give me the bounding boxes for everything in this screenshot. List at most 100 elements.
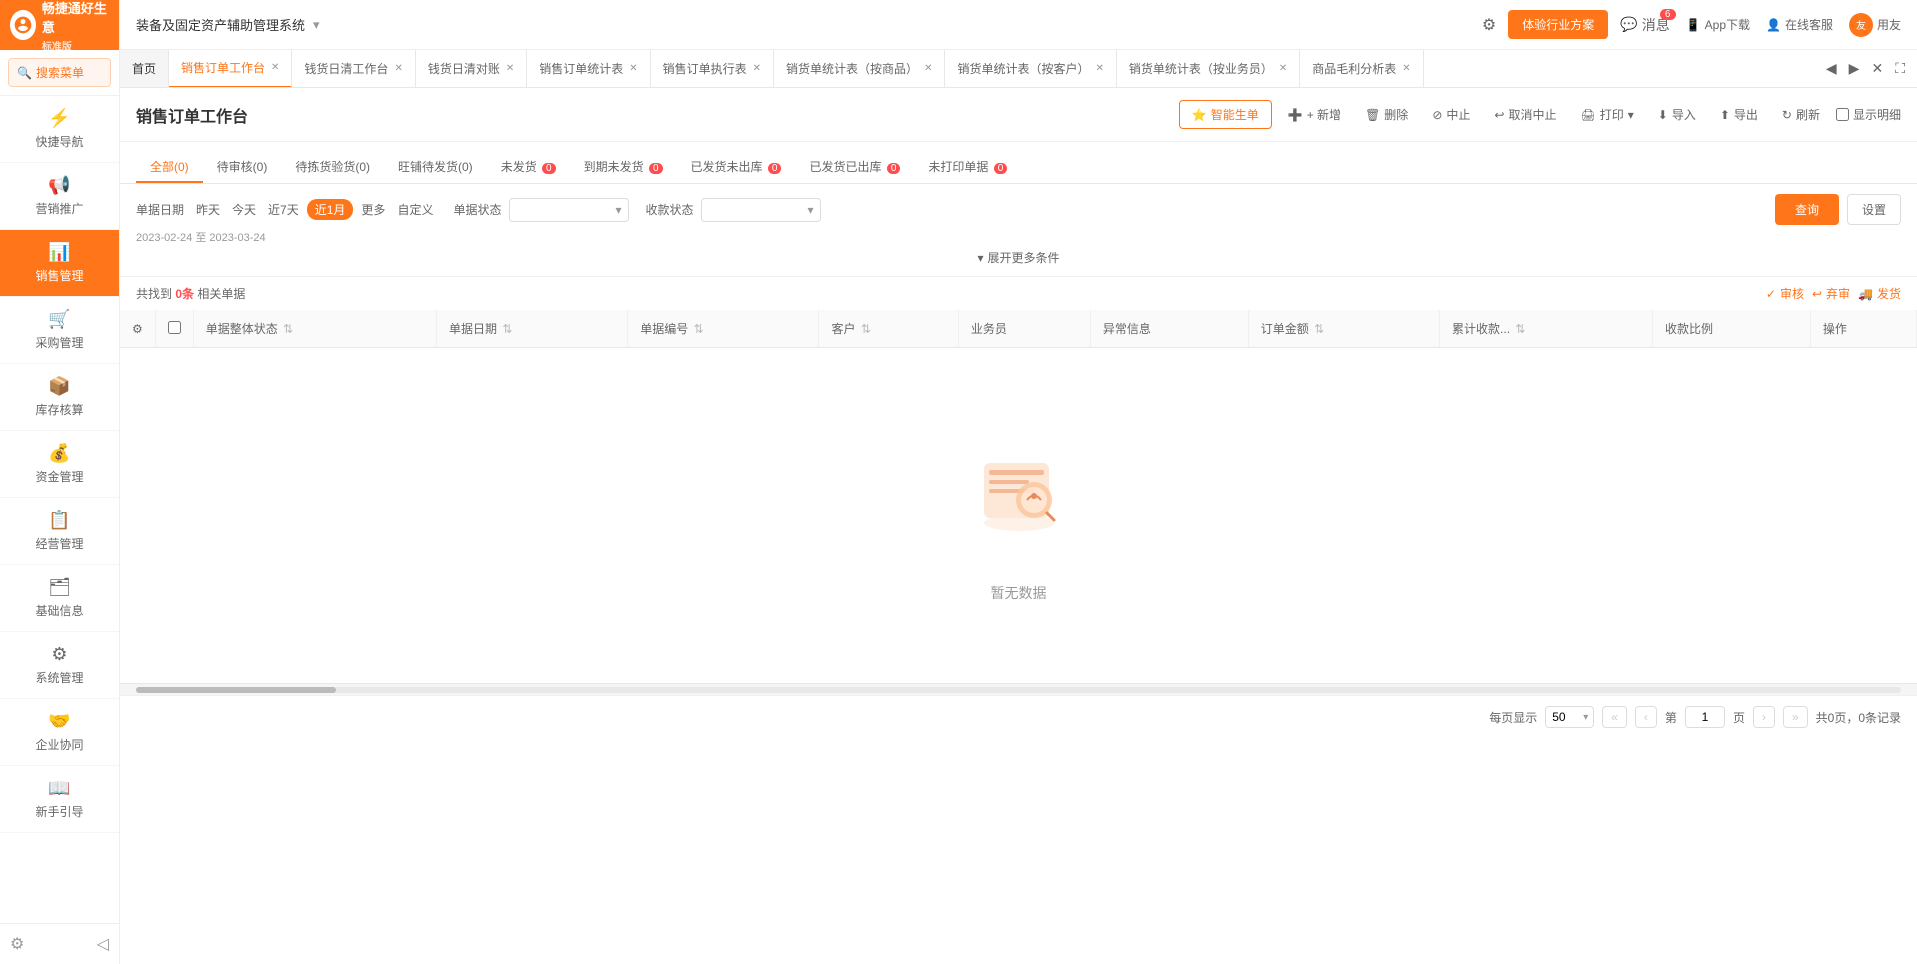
sub-tab-not-printed-badge: 0 <box>994 163 1008 174</box>
app-download-button[interactable]: 📱 App下载 <box>1686 16 1750 33</box>
cancel-stop-button[interactable]: ↩ 取消中止 <box>1486 102 1564 127</box>
tabs-scroll-left[interactable]: ◀ <box>1822 58 1841 79</box>
sidebar-item-finance[interactable]: 💰 资金管理 <box>0 431 119 498</box>
tab-sales-stats-product[interactable]: 销货单统计表（按商品） ✕ <box>774 50 945 88</box>
sidebar-item-purchase[interactable]: 🛒 采购管理 <box>0 297 119 364</box>
collapse-sidebar-button[interactable]: ◁ <box>97 934 109 954</box>
export-button[interactable]: ⬆ 导出 <box>1712 102 1766 127</box>
date-btn-custom[interactable]: 自定义 <box>393 199 437 220</box>
sidebar-item-quick-nav[interactable]: ⚡ 快捷导航 <box>0 96 119 163</box>
date-btn-more[interactable]: 更多 <box>357 199 389 220</box>
sidebar-item-sales[interactable]: 📊 销售管理 <box>0 230 119 297</box>
page-size-select[interactable]: 10 20 50 100 <box>1545 706 1594 728</box>
sub-tab-shipped-out[interactable]: 已发货已出库 0 <box>795 152 914 183</box>
tab-product-margin[interactable]: 商品毛利分析表 ✕ <box>1300 50 1423 88</box>
tab-sales-exec-close[interactable]: ✕ <box>753 63 761 74</box>
sub-tab-all[interactable]: 全部(0) <box>136 152 203 183</box>
th-status-sort[interactable]: ⇅ <box>283 322 293 336</box>
import-button[interactable]: ⬇ 导入 <box>1650 102 1704 127</box>
settings-bottom-button[interactable]: ⚙ <box>10 934 24 954</box>
sidebar-item-marketing[interactable]: 📢 营销推广 <box>0 163 119 230</box>
tab-sales-order-close[interactable]: ✕ <box>271 62 279 73</box>
show-detail-input[interactable] <box>1836 108 1849 121</box>
search-menu-button[interactable]: 🔍 搜索菜单 <box>8 58 111 87</box>
date-btn-1month[interactable]: 近1月 <box>307 199 354 220</box>
add-button[interactable]: ➕ + 新增 <box>1280 102 1349 127</box>
trial-button[interactable]: 体验行业方案 <box>1508 10 1608 39</box>
online-service-button[interactable]: 👤 在线客服 <box>1766 16 1833 33</box>
tab-sales-stats-product-close[interactable]: ✕ <box>924 63 932 74</box>
user-menu-button[interactable]: 友 用友 <box>1849 13 1901 37</box>
prev-page-button[interactable]: ‹ <box>1635 706 1657 728</box>
sidebar-item-enterprise[interactable]: 🤝 企业协同 <box>0 699 119 766</box>
tab-sales-order[interactable]: 销售订单工作台 ✕ <box>169 50 292 88</box>
page-input[interactable] <box>1685 706 1725 728</box>
next-page-button[interactable]: › <box>1753 706 1775 728</box>
smart-create-button[interactable]: ⭐ 智能生单 <box>1179 100 1272 129</box>
empty-state: 暂无数据 <box>120 348 1917 683</box>
tab-cash-reconcile[interactable]: 钱货日清对账 ✕ <box>416 50 527 88</box>
sidebar-item-guide[interactable]: 📖 新手引导 <box>0 766 119 833</box>
sidebar-item-operations[interactable]: 📋 经营管理 <box>0 498 119 565</box>
tab-sales-stats-customer[interactable]: 销货单统计表（按客户） ✕ <box>945 50 1116 88</box>
batch-revoke-button[interactable]: ↩ 弃审 <box>1812 285 1850 302</box>
batch-ship-button[interactable]: 🚚 发货 <box>1858 285 1901 302</box>
batch-review-button[interactable]: ✓ 审核 <box>1766 285 1804 302</box>
tab-sales-stats[interactable]: 销售订单统计表 ✕ <box>527 50 650 88</box>
select-all-checkbox[interactable] <box>168 321 181 334</box>
tabs-close-current[interactable]: ✕ <box>1867 58 1887 79</box>
app-download-label: App下载 <box>1705 16 1750 33</box>
sub-tab-not-printed[interactable]: 未打印单据 0 <box>914 152 1021 183</box>
settings-button[interactable]: ⚙ <box>1482 15 1496 35</box>
th-customer-sort[interactable]: ⇅ <box>861 322 871 336</box>
column-settings-icon[interactable]: ⚙ <box>132 322 143 336</box>
sub-tab-shipped-not-in-label: 已发货未出库 <box>691 160 763 174</box>
tab-product-margin-close[interactable]: ✕ <box>1402 63 1410 74</box>
stop-button[interactable]: ⊘ 中止 <box>1424 102 1478 127</box>
filter-payment-select[interactable] <box>701 198 821 222</box>
scrollbar-thumb[interactable] <box>136 687 336 693</box>
tab-sales-stats-customer-close[interactable]: ✕ <box>1095 63 1103 74</box>
tab-sales-stats-employee[interactable]: 销货单统计表（按业务员） ✕ <box>1117 50 1300 88</box>
tabs-scroll-right[interactable]: ▶ <box>1845 58 1864 79</box>
query-button[interactable]: 查询 <box>1775 194 1839 225</box>
expand-filter-button[interactable]: ▾ 展开更多条件 <box>977 249 1059 266</box>
tab-sales-stats-close[interactable]: ✕ <box>629 63 637 74</box>
date-btn-7days[interactable]: 近7天 <box>264 199 303 220</box>
last-page-button[interactable]: » <box>1783 706 1808 728</box>
th-number-sort[interactable]: ⇅ <box>694 322 704 336</box>
filter-status-select[interactable] <box>509 198 629 222</box>
set-button[interactable]: 设置 <box>1847 194 1901 225</box>
sub-tab-expired-not-shipped[interactable]: 到期未发货 0 <box>570 152 677 183</box>
date-btn-yesterday[interactable]: 昨天 <box>192 199 224 220</box>
refresh-button[interactable]: ↻ 刷新 <box>1774 102 1828 127</box>
sub-tab-pending-inspection[interactable]: 待拣货验货(0) <box>281 152 384 183</box>
empty-icon <box>959 428 1079 567</box>
th-date-sort[interactable]: ⇅ <box>502 322 512 336</box>
sidebar-item-system[interactable]: ⚙ 系统管理 <box>0 632 119 699</box>
sub-tab-wangpu[interactable]: 旺铺待发货(0) <box>384 152 487 183</box>
sidebar-item-inventory[interactable]: 📦 库存核算 <box>0 364 119 431</box>
system-title: 装备及固定资产辅助管理系统 ▾ <box>136 15 1470 34</box>
sidebar-item-basic-info[interactable]: 🗂 基础信息 <box>0 565 119 632</box>
sub-tab-not-shipped[interactable]: 未发货 0 <box>487 152 570 183</box>
tabs-fullscreen[interactable]: ⛶ <box>1891 58 1909 79</box>
tab-cash-reconcile-close[interactable]: ✕ <box>506 63 514 74</box>
sub-tab-pending-review[interactable]: 待审核(0) <box>203 152 282 183</box>
total-info: 共0页，0条记录 <box>1816 709 1901 726</box>
tab-cash-daily[interactable]: 钱货日清工作台 ✕ <box>292 50 415 88</box>
delete-button[interactable]: 🗑 删除 <box>1357 102 1416 127</box>
print-button[interactable]: 🖨 打印 ▾ <box>1572 102 1641 127</box>
th-collected-sort[interactable]: ⇅ <box>1515 322 1525 336</box>
tab-sales-exec[interactable]: 销售订单执行表 ✕ <box>651 50 774 88</box>
sub-tab-shipped-not-in[interactable]: 已发货未出库 0 <box>677 152 796 183</box>
notification-button[interactable]: 💬 6 消息 <box>1620 15 1669 35</box>
show-detail-checkbox[interactable]: 显示明细 <box>1836 106 1901 123</box>
tab-sales-stats-employee-close[interactable]: ✕ <box>1279 63 1287 74</box>
system-title-text: 装备及固定资产辅助管理系统 <box>136 15 305 34</box>
first-page-button[interactable]: « <box>1602 706 1627 728</box>
th-amount-sort[interactable]: ⇅ <box>1314 322 1324 336</box>
date-btn-today[interactable]: 今天 <box>228 199 260 220</box>
tab-cash-daily-close[interactable]: ✕ <box>394 63 402 74</box>
tab-home[interactable]: 首页 <box>120 50 169 88</box>
